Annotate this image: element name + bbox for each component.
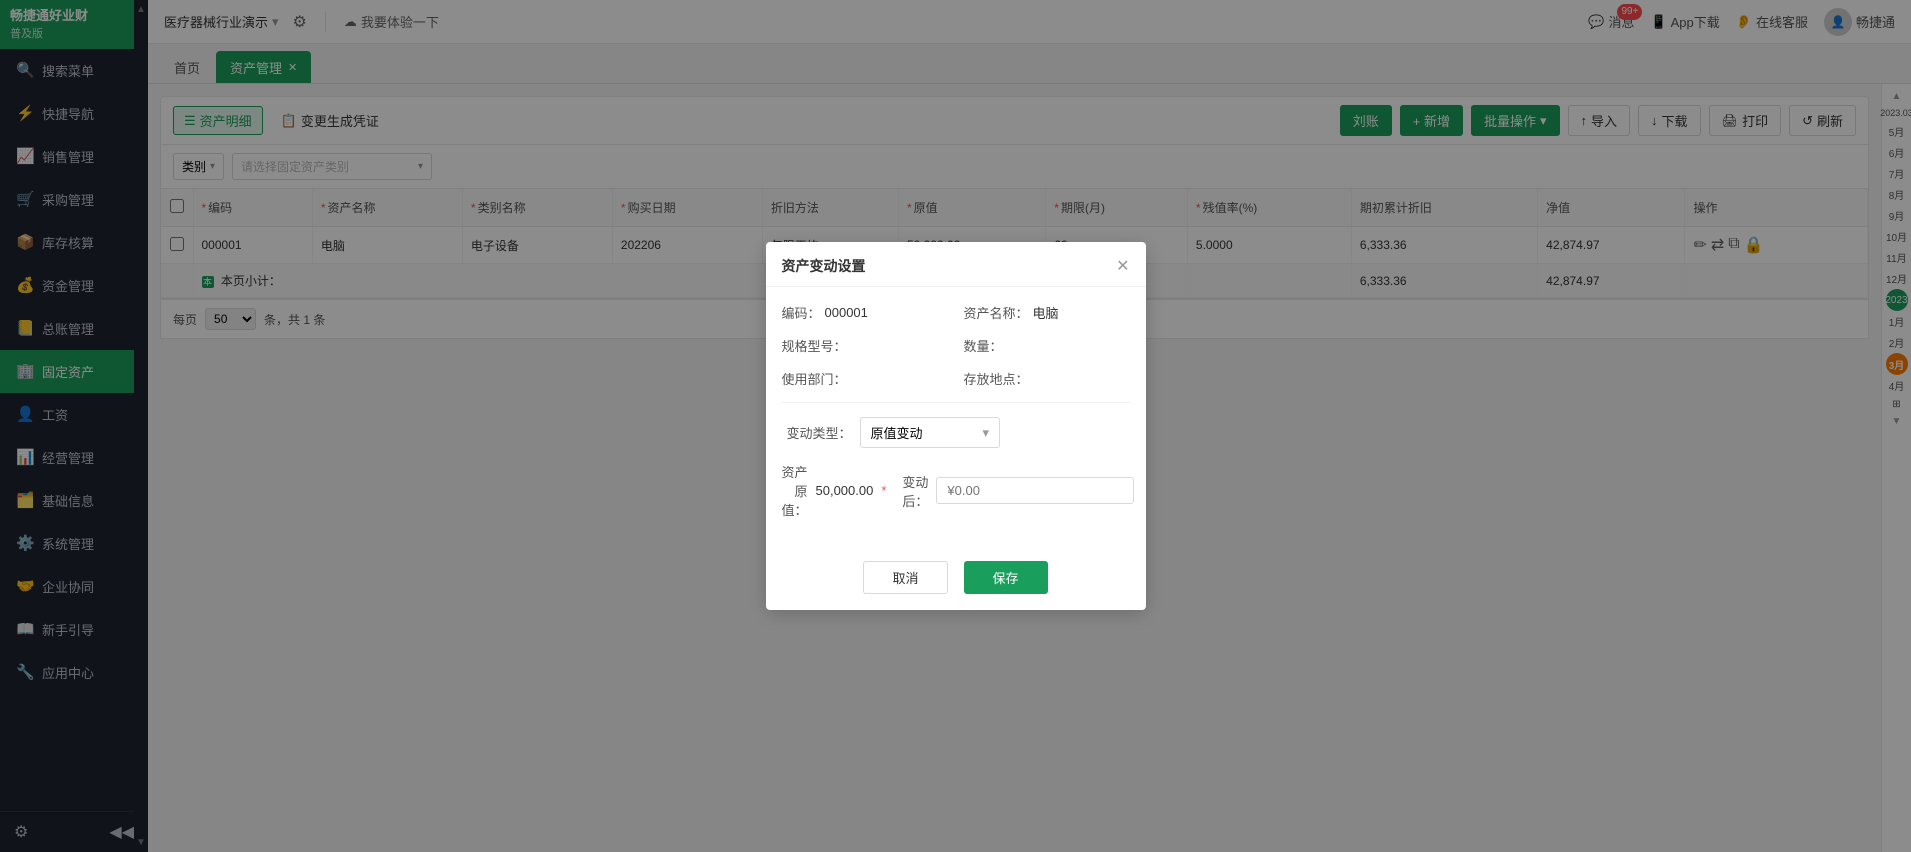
- modal-body: 编码： 000001 资产名称： 电脑 规格型号： 数量：: [766, 287, 1146, 549]
- modal-dept-label: 使用部门：: [782, 369, 847, 388]
- modal-footer: 取消 保存: [766, 549, 1146, 610]
- modal-code-label: 编码：: [782, 303, 821, 322]
- save-button[interactable]: 保存: [964, 561, 1048, 594]
- modal-after-change-input[interactable]: [936, 477, 1134, 504]
- modal-code-field: 编码： 000001: [782, 303, 948, 322]
- cancel-label: 取消: [892, 571, 918, 586]
- modal-info-row2: 规格型号： 数量：: [782, 336, 1130, 355]
- modal-header: 资产变动设置 ✕: [766, 242, 1146, 287]
- modal-spec-label: 规格型号：: [782, 336, 847, 355]
- modal-name-value: 电脑: [1033, 303, 1059, 322]
- cancel-button[interactable]: 取消: [863, 561, 947, 594]
- modal-name-label: 资产名称：: [964, 303, 1029, 322]
- modal-original-value-display: 50,000.00: [816, 483, 874, 498]
- modal-info-row3: 使用部门： 存放地点：: [782, 369, 1130, 388]
- modal-quantity-field: 数量：: [964, 336, 1130, 355]
- modal-name-field: 资产名称： 电脑: [964, 303, 1130, 322]
- modal-title: 资产变动设置: [782, 256, 866, 276]
- modal-info-row1: 编码： 000001 资产名称： 电脑: [782, 303, 1130, 322]
- modal-value-row: 资产原值： 50,000.00 * 变动后：: [782, 462, 1130, 519]
- modal-close-button[interactable]: ✕: [1116, 256, 1129, 276]
- required-star: *: [881, 483, 886, 498]
- modal-code-value: 000001: [825, 305, 868, 320]
- modal-overlay: 资产变动设置 ✕ 编码： 000001 资产名称： 电脑 规格型号：: [0, 0, 1911, 852]
- modal-change-type-label: 变动类型：: [782, 423, 852, 442]
- modal-after-change-label: 变动后：: [902, 472, 928, 510]
- change-type-arrow-icon: ▾: [983, 425, 990, 441]
- modal-change-type-select[interactable]: 原值变动 ▾: [860, 417, 1001, 448]
- modal-quantity-label: 数量：: [964, 336, 1003, 355]
- modal-location-label: 存放地点：: [964, 369, 1029, 388]
- modal-change-type-row: 变动类型： 原值变动 ▾: [782, 417, 1130, 448]
- modal-spec-field: 规格型号：: [782, 336, 948, 355]
- modal-location-field: 存放地点：: [964, 369, 1130, 388]
- asset-change-modal: 资产变动设置 ✕ 编码： 000001 资产名称： 电脑 规格型号：: [766, 242, 1146, 610]
- modal-dept-field: 使用部门：: [782, 369, 948, 388]
- change-type-value: 原值变动: [871, 423, 923, 442]
- modal-divider: [782, 402, 1130, 403]
- save-label: 保存: [993, 571, 1019, 586]
- modal-original-value-label: 资产原值：: [782, 462, 808, 519]
